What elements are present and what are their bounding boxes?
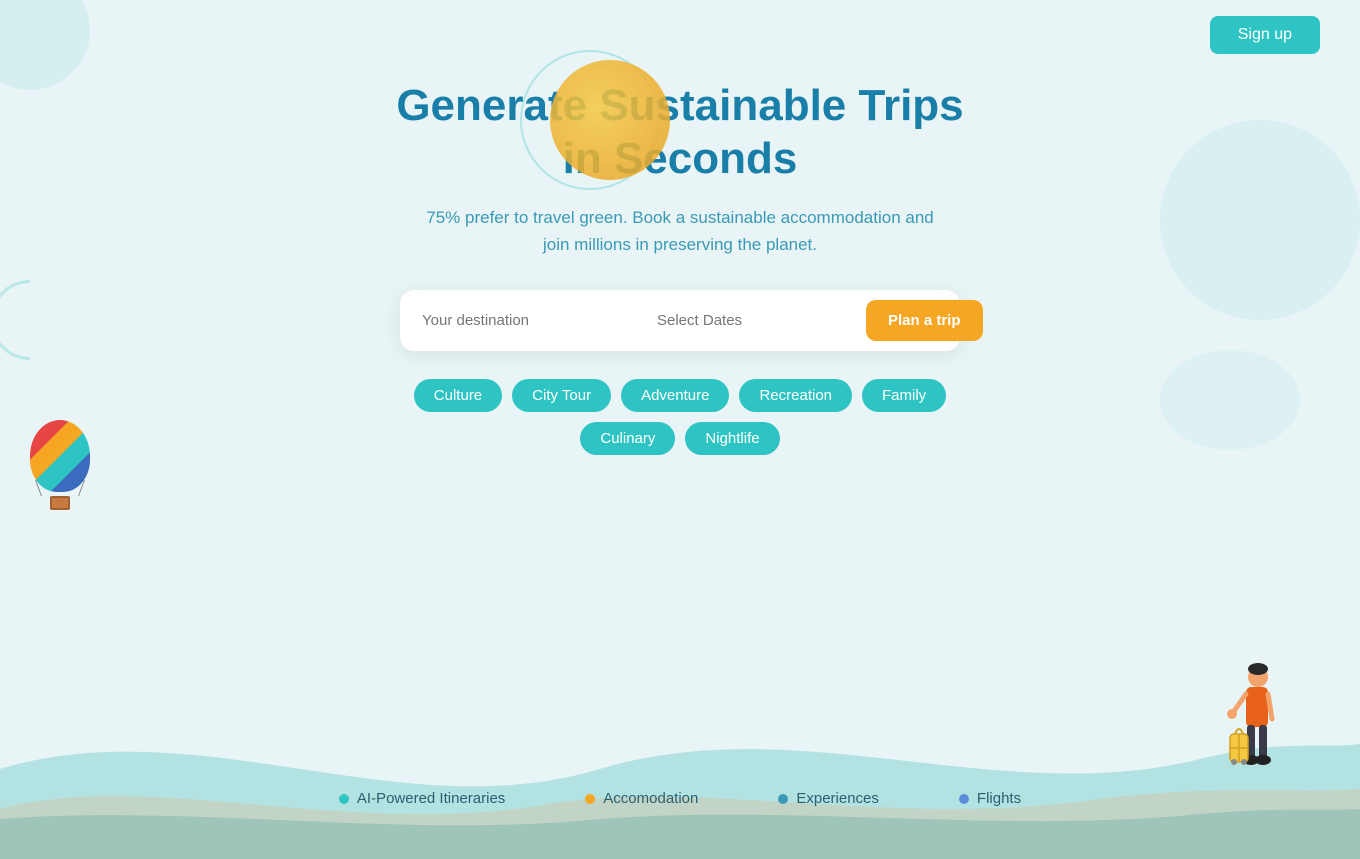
tag-recreation[interactable]: Recreation: [739, 379, 852, 412]
feature-dot: [339, 794, 349, 804]
feature-label: Experiences: [796, 790, 879, 807]
traveler-illustration: [1220, 659, 1280, 799]
tags-row-2: Culinary Nightlife: [580, 422, 779, 455]
feature-item-flights: Flights: [959, 790, 1021, 807]
feature-dot: [959, 794, 969, 804]
balloon-illustration: [20, 420, 100, 520]
feature-label: AI-Powered Itineraries: [357, 790, 505, 807]
tag-culture[interactable]: Culture: [414, 379, 502, 412]
feature-dot: [778, 794, 788, 804]
feature-label: Flights: [977, 790, 1021, 807]
hero-title: Generate Sustainable Trips in Seconds: [396, 80, 963, 186]
wave-dark-svg: [0, 799, 1360, 859]
hero-section: Generate Sustainable Trips in Seconds 75…: [0, 70, 1360, 455]
navbar: Sign up: [0, 0, 1360, 70]
tag-nightlife[interactable]: Nightlife: [685, 422, 779, 455]
search-bar: Plan a trip: [400, 290, 960, 351]
tags-row-1: Culture City Tour Adventure Recreation Famil…: [414, 379, 946, 412]
feature-item-experiences: Experiences: [778, 790, 879, 807]
feature-item-ai-powered-itineraries: AI-Powered Itineraries: [339, 790, 505, 807]
plan-trip-button[interactable]: Plan a trip: [866, 300, 983, 341]
balloon-basket: [50, 496, 70, 510]
deco-circle-large: [550, 60, 670, 180]
hero-subtitle: 75% prefer to travel green. Book a susta…: [420, 204, 940, 258]
feature-item-accomodation: Accomodation: [585, 790, 698, 807]
feature-label: Accomodation: [603, 790, 698, 807]
feature-dot: [585, 794, 595, 804]
tag-culinary[interactable]: Culinary: [580, 422, 675, 455]
signup-button[interactable]: Sign up: [1210, 16, 1320, 54]
page-wrapper: Sign up Generate Sustainable Trips in Se…: [0, 0, 1360, 859]
waves-decoration: [0, 639, 1360, 859]
tag-adventure[interactable]: Adventure: [621, 379, 729, 412]
destination-input[interactable]: [412, 306, 631, 335]
tag-family[interactable]: Family: [862, 379, 946, 412]
features-bar: AI-Powered Itineraries Accomodation Experi…: [0, 790, 1360, 807]
dates-input[interactable]: [647, 306, 866, 335]
tag-city-tour[interactable]: City Tour: [512, 379, 611, 412]
